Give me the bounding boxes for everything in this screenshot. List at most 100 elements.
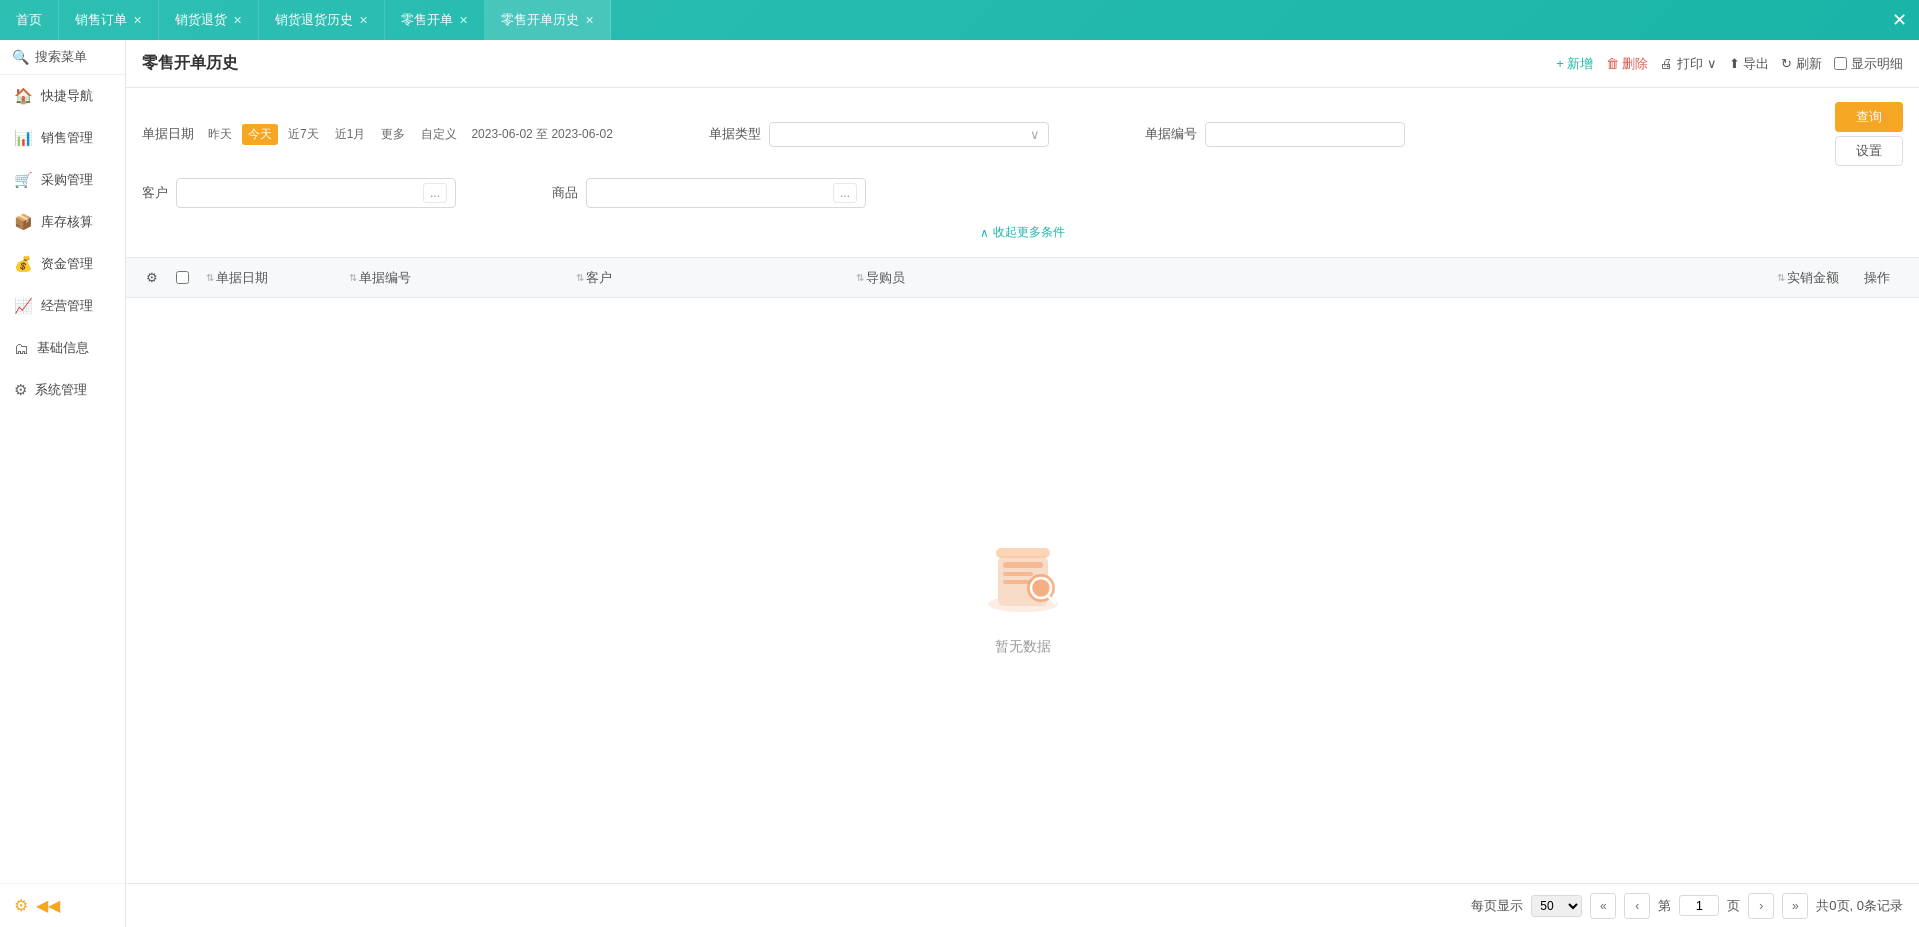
tab-retail-open[interactable]: 零售开单 ✕ <box>385 0 485 40</box>
sidebar-item-finance[interactable]: 💰 资金管理 <box>0 243 125 285</box>
main-layout: 🔍 搜索菜单 🏠 快捷导航 📊 销售管理 🛒 采购管理 📦 库存核算 💰 资金管… <box>0 40 1919 927</box>
inventory-icon: 📦 <box>14 213 33 231</box>
th-guide[interactable]: ⇅ 导购员 <box>848 269 1022 287</box>
doc-no-input[interactable] <box>1205 122 1405 147</box>
tab-sales-order-close[interactable]: ✕ <box>133 14 142 27</box>
first-page-btn[interactable]: « <box>1590 893 1616 919</box>
base-info-icon: 🗂 <box>14 340 29 357</box>
sort-icon-date: ⇅ <box>206 272 214 283</box>
print-dropdown-icon[interactable]: ∨ <box>1707 56 1717 71</box>
collapse-up-icon: ∧ <box>980 226 989 240</box>
new-button[interactable]: + 新增 <box>1556 55 1593 73</box>
doc-type-label: 单据类型 <box>709 125 761 143</box>
export-button-label: ⬆ 导出 <box>1729 55 1770 73</box>
sidebar-item-sales-mgmt[interactable]: 📊 销售管理 <box>0 117 125 159</box>
sidebar-item-inventory-label: 库存核算 <box>41 213 93 231</box>
export-button[interactable]: ⬆ 导出 <box>1729 55 1770 73</box>
date-1month[interactable]: 近1月 <box>329 124 372 145</box>
total-info: 共0页, 0条记录 <box>1816 897 1903 915</box>
date-more[interactable]: 更多 <box>375 124 411 145</box>
collapse-bar[interactable]: ∧ 收起更多条件 <box>142 220 1903 249</box>
setting-button[interactable]: 设置 <box>1835 136 1903 166</box>
th-customer[interactable]: ⇅ 客户 <box>568 269 848 287</box>
sidebar-search[interactable]: 🔍 搜索菜单 <box>0 40 125 75</box>
toolbar: 零售开单历史 + 新增 🗑 删除 🖨 打印 ∨ ⬆ 导出 ↻ 刷新 <box>126 40 1919 88</box>
refresh-button[interactable]: ↻ 刷新 <box>1781 55 1822 73</box>
query-buttons: 查询 设置 <box>1835 102 1903 166</box>
sidebar-item-quick-nav[interactable]: 🏠 快捷导航 <box>0 75 125 117</box>
th-date-label: 单据日期 <box>216 269 268 287</box>
date-label: 单据日期 <box>142 125 194 143</box>
refresh-button-label: ↻ 刷新 <box>1781 55 1822 73</box>
date-today[interactable]: 今天 <box>242 124 278 145</box>
sidebar-bottom: ⚙ ◀◀ <box>0 883 125 927</box>
last-page-btn[interactable]: » <box>1782 893 1808 919</box>
tab-sales-return-label: 销货退货 <box>175 11 227 29</box>
tab-sales-return-history-close[interactable]: ✕ <box>359 14 368 27</box>
th-amount[interactable]: ⇅ 实销金额 <box>1673 269 1847 287</box>
doc-no-field: 单据编号 <box>1145 122 1405 147</box>
date-group: 昨天 今天 近7天 近1月 更多 自定义 <box>202 124 463 145</box>
tab-home-label: 首页 <box>16 11 42 29</box>
doc-type-field: 单据类型 ∨ <box>709 122 1049 147</box>
tab-sales-return-close[interactable]: ✕ <box>233 14 242 27</box>
show-detail-checkbox[interactable]: 显示明细 <box>1834 55 1903 73</box>
print-button[interactable]: 🖨 打印 ∨ <box>1660 55 1717 73</box>
sort-icon-amount: ⇅ <box>1777 272 1785 283</box>
tab-home[interactable]: 首页 <box>0 0 59 40</box>
content-area: 零售开单历史 + 新增 🗑 删除 🖨 打印 ∨ ⬆ 导出 ↻ 刷新 <box>126 40 1919 927</box>
goods-more-icon[interactable]: ... <box>833 183 857 203</box>
th-date[interactable]: ⇅ 单据日期 <box>198 269 341 287</box>
th-number[interactable]: ⇅ 单据编号 <box>341 269 568 287</box>
th-settings[interactable]: ⚙ <box>138 270 168 285</box>
sidebar-item-system[interactable]: ⚙ 系统管理 <box>0 369 125 411</box>
per-page-select[interactable]: 50 100 200 <box>1531 895 1582 917</box>
empty-illustration <box>973 526 1073 626</box>
tab-sales-return[interactable]: 销货退货 ✕ <box>159 0 259 40</box>
tab-retail-open-history-close[interactable]: ✕ <box>585 14 594 27</box>
settings-gear-icon[interactable]: ⚙ <box>14 896 28 915</box>
sidebar-item-quick-nav-label: 快捷导航 <box>41 87 93 105</box>
show-detail-input[interactable] <box>1834 57 1847 70</box>
sidebar: 🔍 搜索菜单 🏠 快捷导航 📊 销售管理 🛒 采购管理 📦 库存核算 💰 资金管… <box>0 40 126 927</box>
tab-sales-order[interactable]: 销售订单 ✕ <box>59 0 159 40</box>
date-yesterday[interactable]: 昨天 <box>202 124 238 145</box>
customer-more-icon[interactable]: ... <box>423 183 447 203</box>
settings-icon[interactable]: ⚙ <box>146 270 158 285</box>
customer-select[interactable]: ... <box>176 178 456 208</box>
sidebar-collapse-icon[interactable]: ◀◀ <box>36 896 60 915</box>
sidebar-item-purchase-mgmt[interactable]: 🛒 采购管理 <box>0 159 125 201</box>
quick-nav-icon: 🏠 <box>14 87 33 105</box>
window-close-btn[interactable]: ✕ <box>1892 9 1907 31</box>
pagination: 每页显示 50 100 200 « ‹ 第 页 › » 共0页, 0条记录 <box>126 883 1919 927</box>
sidebar-item-system-label: 系统管理 <box>35 381 87 399</box>
current-page-input[interactable] <box>1679 895 1719 916</box>
search-panel: 单据日期 昨天 今天 近7天 近1月 更多 自定义 2023-06-02 至 2… <box>126 88 1919 258</box>
tab-retail-open-history[interactable]: 零售开单历史 ✕ <box>485 0 611 40</box>
tab-retail-open-close[interactable]: ✕ <box>459 14 468 27</box>
date-7days[interactable]: 近7天 <box>282 124 325 145</box>
delete-button[interactable]: 🗑 删除 <box>1606 55 1649 73</box>
query-button[interactable]: 查询 <box>1835 102 1903 132</box>
select-all-checkbox[interactable] <box>176 271 189 284</box>
purchase-icon: 🛒 <box>14 171 33 189</box>
next-page-btn[interactable]: › <box>1748 893 1774 919</box>
sidebar-item-operations[interactable]: 📈 经营管理 <box>0 285 125 327</box>
sidebar-item-base-info[interactable]: 🗂 基础信息 <box>0 327 125 369</box>
search-row-1: 单据日期 昨天 今天 近7天 近1月 更多 自定义 2023-06-02 至 2… <box>142 102 1903 166</box>
doc-type-dropdown-icon: ∨ <box>1030 127 1040 142</box>
customer-label: 客户 <box>142 184 168 202</box>
goods-select[interactable]: ... <box>586 178 866 208</box>
table-header: ⚙ ⇅ 单据日期 ⇅ 单据编号 ⇅ 客户 ⇅ <box>126 258 1919 298</box>
th-checkbox[interactable] <box>168 271 198 284</box>
sidebar-item-purchase-label: 采购管理 <box>41 171 93 189</box>
tab-sales-order-label: 销售订单 <box>75 11 127 29</box>
sort-icon-guide: ⇅ <box>856 272 864 283</box>
tab-sales-return-history[interactable]: 销货退货历史 ✕ <box>259 0 385 40</box>
sidebar-item-inventory[interactable]: 📦 库存核算 <box>0 201 125 243</box>
date-custom[interactable]: 自定义 <box>415 124 463 145</box>
prev-page-btn[interactable]: ‹ <box>1624 893 1650 919</box>
toolbar-actions: + 新增 🗑 删除 🖨 打印 ∨ ⬆ 导出 ↻ 刷新 显示明细 <box>1556 55 1903 73</box>
doc-type-select[interactable]: ∨ <box>769 122 1049 147</box>
doc-no-label: 单据编号 <box>1145 125 1197 143</box>
